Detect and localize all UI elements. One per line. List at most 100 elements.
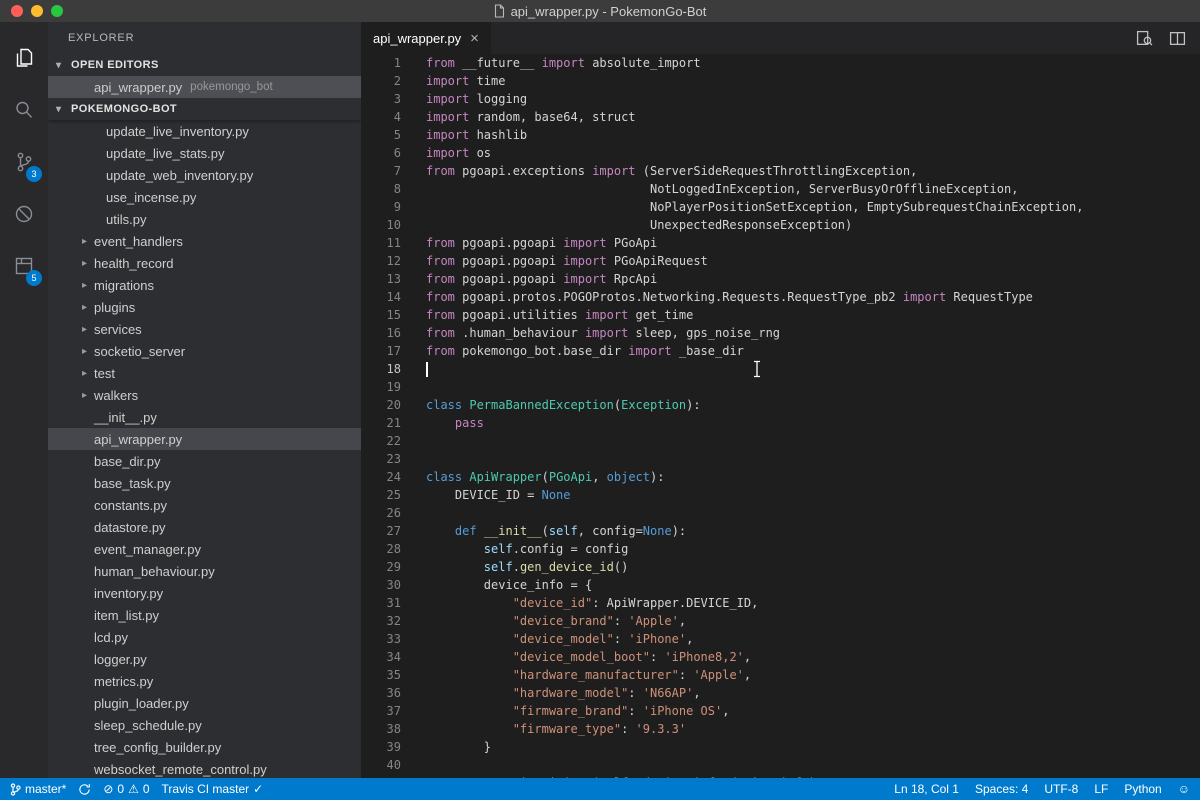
line-number: 24 [361, 468, 401, 486]
line-number: 15 [361, 306, 401, 324]
debug-icon [12, 202, 36, 226]
open-editor-item-api-wrapper[interactable]: api_wrapper.py pokemongo_bot [48, 76, 361, 98]
tree-item-label: migrations [94, 278, 154, 293]
editor-actions [1136, 22, 1200, 54]
activity-debug[interactable] [0, 188, 48, 240]
eol-setting[interactable]: LF [1094, 782, 1108, 796]
tree-file-plugin_loader.py[interactable]: plugin_loader.py [48, 692, 361, 714]
tree-folder-health_record[interactable]: ▸health_record [48, 252, 361, 274]
activity-explorer[interactable] [0, 32, 48, 84]
tree-item-label: websocket_remote_control.py [94, 762, 267, 777]
tree-folder-services[interactable]: ▸services [48, 318, 361, 340]
code-editor[interactable]: 1234567891011121314151617181920212223242… [361, 54, 1200, 778]
code-line-8: NotLoggedInException, ServerBusyOrOfflin… [426, 180, 1200, 198]
travis-status[interactable]: Travis CI master ✓ [162, 782, 264, 796]
code-line-2: import time [426, 72, 1200, 90]
line-number: 36 [361, 684, 401, 702]
tree-file-human_behaviour.py[interactable]: human_behaviour.py [48, 560, 361, 582]
minimize-window-button[interactable] [31, 5, 43, 17]
tree-file-websocket_remote_control.py[interactable]: websocket_remote_control.py [48, 758, 361, 778]
problems-indicator[interactable]: ⊘ 0 ⚠ 0 [103, 782, 149, 796]
chevron-right-icon: ▸ [82, 258, 94, 269]
tree-item-label: base_dir.py [94, 454, 161, 469]
code-content: from __future__ import absolute_importim… [401, 54, 1200, 778]
tree-file-metrics.py[interactable]: metrics.py [48, 670, 361, 692]
close-window-button[interactable] [11, 5, 23, 17]
sync-button[interactable] [78, 783, 91, 796]
activity-source-control[interactable]: 3 [0, 136, 48, 188]
open-editors-header[interactable]: ▾ OPEN EDITORS [48, 54, 361, 76]
tree-file-constants.py[interactable]: constants.py [48, 494, 361, 516]
tree-file-item_list.py[interactable]: item_list.py [48, 604, 361, 626]
activity-extensions[interactable]: 5 [0, 240, 48, 292]
tree-item-label: test [94, 366, 115, 381]
tree-file-api_wrapper.py[interactable]: api_wrapper.py [48, 428, 361, 450]
tree-file-event_manager.py[interactable]: event_manager.py [48, 538, 361, 560]
tree-file-sleep_schedule.py[interactable]: sleep_schedule.py [48, 714, 361, 736]
indentation-setting[interactable]: Spaces: 4 [975, 782, 1028, 796]
open-changes-icon[interactable] [1136, 30, 1153, 47]
code-line-31: "device_id": ApiWrapper.DEVICE_ID, [426, 594, 1200, 612]
activity-search[interactable] [0, 84, 48, 136]
tree-folder-socketio_server[interactable]: ▸socketio_server [48, 340, 361, 362]
activity-bar: 3 5 [0, 22, 48, 778]
line-number: 2 [361, 72, 401, 90]
open-editor-file-name: api_wrapper.py [94, 80, 182, 95]
split-editor-icon[interactable] [1169, 30, 1186, 47]
tree-file-utils.py[interactable]: utils.py [48, 208, 361, 230]
extensions-badge: 5 [26, 270, 42, 286]
tree-file-base_dir.py[interactable]: base_dir.py [48, 450, 361, 472]
tree-folder-plugins[interactable]: ▸plugins [48, 296, 361, 318]
branch-name: master* [25, 782, 66, 796]
code-line-22 [426, 432, 1200, 450]
tree-file-datastore.py[interactable]: datastore.py [48, 516, 361, 538]
project-section-header[interactable]: ▾ POKEMONGO-BOT [48, 98, 361, 120]
tree-item-label: socketio_server [94, 344, 185, 359]
line-number: 18 [361, 360, 401, 378]
line-number: 25 [361, 486, 401, 504]
scm-badge: 3 [26, 166, 42, 182]
travis-label: Travis CI master [162, 782, 250, 796]
tree-item-label: event_handlers [94, 234, 183, 249]
zoom-window-button[interactable] [51, 5, 63, 17]
cursor-position[interactable]: Ln 18, Col 1 [894, 782, 959, 796]
tree-folder-test[interactable]: ▸test [48, 362, 361, 384]
code-line-33: "device_model": 'iPhone', [426, 630, 1200, 648]
tree-item-label: use_incense.py [106, 190, 196, 205]
code-line-26 [426, 504, 1200, 522]
tree-item-label: __init__.py [94, 410, 157, 425]
tree-file-logger.py[interactable]: logger.py [48, 648, 361, 670]
tree-file-inventory.py[interactable]: inventory.py [48, 582, 361, 604]
line-number: 35 [361, 666, 401, 684]
tree-file-update_live_inventory.py[interactable]: update_live_inventory.py [48, 120, 361, 142]
encoding-setting[interactable]: UTF-8 [1044, 782, 1078, 796]
tree-file-update_live_stats.py[interactable]: update_live_stats.py [48, 142, 361, 164]
tree-file-__init__.py[interactable]: __init__.py [48, 406, 361, 428]
tree-file-use_incense.py[interactable]: use_incense.py [48, 186, 361, 208]
line-number: 30 [361, 576, 401, 594]
line-number: 12 [361, 252, 401, 270]
tree-file-tree_config_builder.py[interactable]: tree_config_builder.py [48, 736, 361, 758]
tree-file-lcd.py[interactable]: lcd.py [48, 626, 361, 648]
tree-item-label: metrics.py [94, 674, 153, 689]
tree-item-label: update_live_stats.py [106, 146, 225, 161]
line-number: 38 [361, 720, 401, 738]
tab-api-wrapper[interactable]: api_wrapper.py × [361, 22, 491, 54]
line-number: 26 [361, 504, 401, 522]
tree-folder-walkers[interactable]: ▸walkers [48, 384, 361, 406]
line-number: 17 [361, 342, 401, 360]
close-icon[interactable]: × [470, 31, 479, 46]
window-controls [11, 5, 63, 17]
feedback-smiley[interactable]: ☺ [1178, 782, 1190, 796]
branch-indicator[interactable]: master* [10, 782, 66, 796]
text-cursor [426, 362, 428, 377]
tree-folder-event_handlers[interactable]: ▸event_handlers [48, 230, 361, 252]
line-number: 27 [361, 522, 401, 540]
tree-file-update_web_inventory.py[interactable]: update_web_inventory.py [48, 164, 361, 186]
line-number: 34 [361, 648, 401, 666]
chevron-right-icon: ▸ [82, 346, 94, 357]
tree-file-base_task.py[interactable]: base_task.py [48, 472, 361, 494]
language-mode[interactable]: Python [1124, 782, 1161, 796]
tree-folder-migrations[interactable]: ▸migrations [48, 274, 361, 296]
line-number: 1 [361, 54, 401, 72]
